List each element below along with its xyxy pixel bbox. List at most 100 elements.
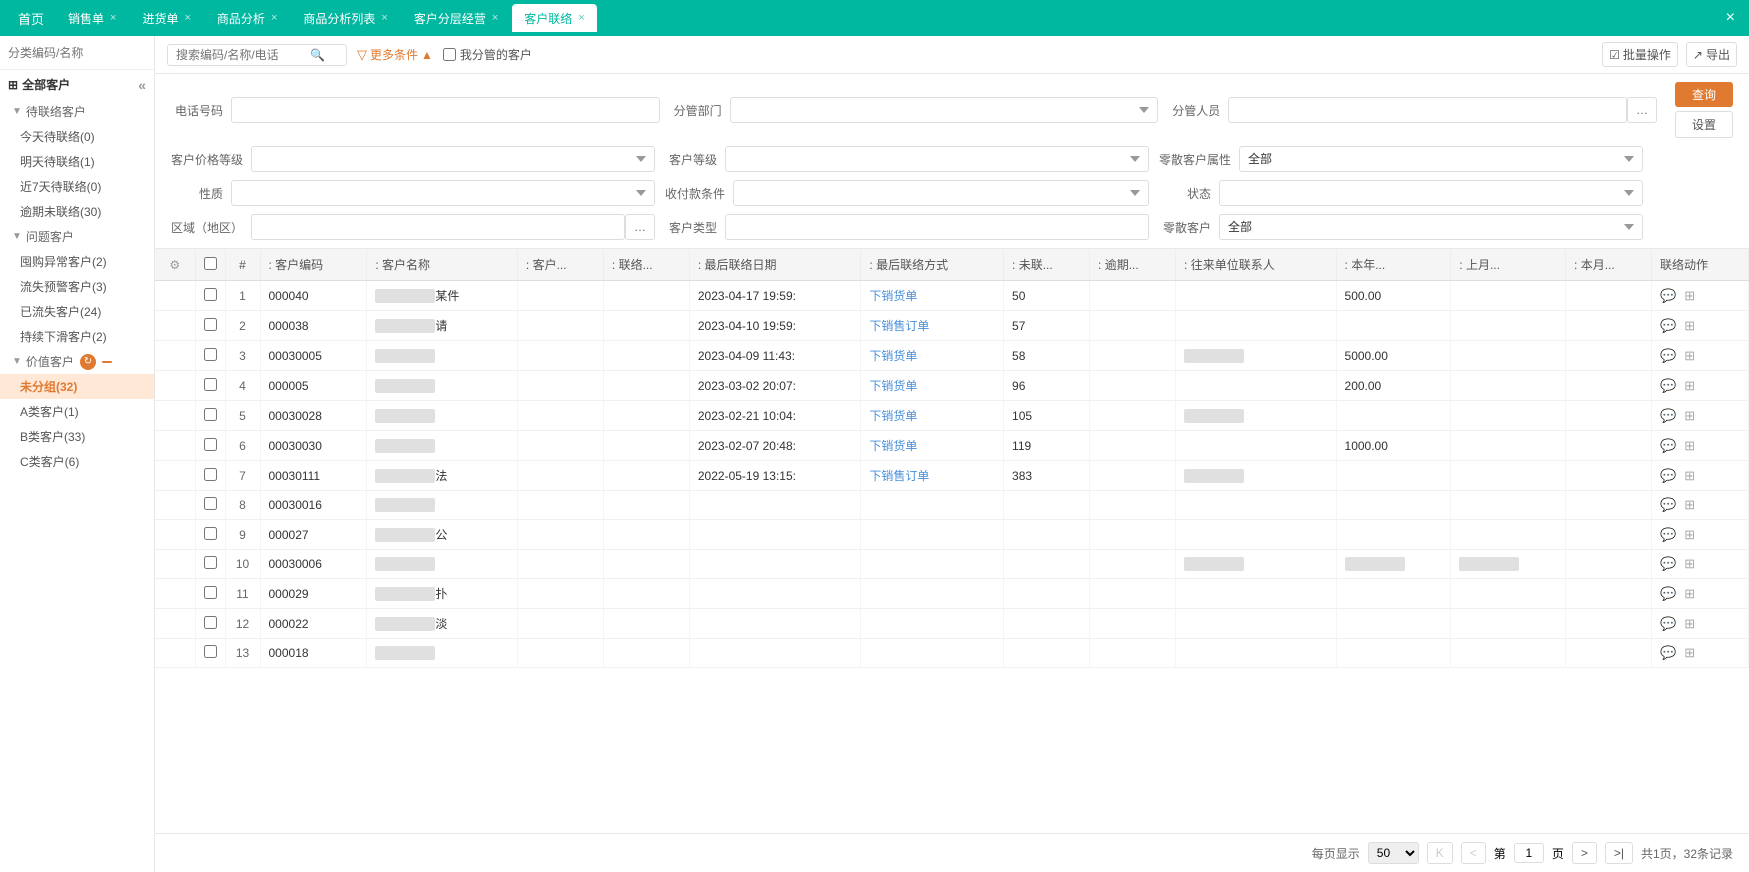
filter-retail-attr-select[interactable]: 全部 <box>1239 146 1643 172</box>
message-icon[interactable]: 💬 <box>1660 408 1676 424</box>
sidebar-group-problem[interactable]: ▼ 问题客户 <box>0 224 154 249</box>
grid-action-icon[interactable]: ⊞ <box>1684 616 1695 632</box>
message-icon[interactable]: 💬 <box>1660 468 1676 484</box>
grid-action-icon[interactable]: ⊞ <box>1684 497 1695 513</box>
last-method-link[interactable]: 下销货单 <box>869 379 917 393</box>
tab-analysis[interactable]: 商品分析 × <box>205 4 289 32</box>
gear-icon[interactable]: ⚙ <box>169 258 180 272</box>
home-tab[interactable]: 首页 <box>8 9 54 28</box>
filter-price-level-select[interactable] <box>251 146 655 172</box>
tab-analysis-list-close[interactable]: × <box>381 12 387 24</box>
message-icon[interactable]: 💬 <box>1660 288 1676 304</box>
filter-phone-input[interactable] <box>231 97 660 123</box>
row-checkbox[interactable] <box>204 586 217 599</box>
sidebar-item-abnormal[interactable]: 囤购异常客户(2) <box>0 249 154 274</box>
last-method-link[interactable]: 下销货单 <box>869 349 917 363</box>
filter-nature-select[interactable] <box>231 180 655 206</box>
row-checkbox[interactable] <box>204 527 217 540</box>
message-icon[interactable]: 💬 <box>1660 616 1676 632</box>
select-all-checkbox[interactable] <box>204 257 217 270</box>
search-input[interactable] <box>176 48 306 62</box>
page-size-select[interactable]: 50 100 200 <box>1368 842 1419 864</box>
sidebar-search-input[interactable] <box>8 46 155 60</box>
export-button[interactable]: ↗ 导出 <box>1686 42 1737 67</box>
page-number-input[interactable] <box>1514 843 1544 863</box>
filter-status-select[interactable] <box>1219 180 1643 206</box>
tab-analysis-close[interactable]: × <box>271 12 277 24</box>
tab-purchase[interactable]: 进货单 × <box>130 4 202 32</box>
sidebar-all-customers[interactable]: ⊞ 全部客户 « <box>0 70 154 99</box>
sidebar-item-today[interactable]: 今天待联络(0) <box>0 124 154 149</box>
row-checkbox[interactable] <box>204 468 217 481</box>
my-customers-checkbox[interactable] <box>443 48 456 61</box>
row-checkbox[interactable] <box>204 348 217 361</box>
filter-customer-level-select[interactable] <box>725 146 1149 172</box>
sidebar-group-pending[interactable]: ▼ 待联络客户 <box>0 99 154 124</box>
filter-customer-type-input[interactable] <box>725 214 1149 240</box>
sidebar-item-class-a[interactable]: A类客户(1) <box>0 399 154 424</box>
message-icon[interactable]: 💬 <box>1660 556 1676 572</box>
reset-button[interactable]: 设置 <box>1675 111 1733 138</box>
prev-page-button[interactable]: < <box>1461 842 1486 864</box>
row-checkbox[interactable] <box>204 497 217 510</box>
tab-customer-tier-close[interactable]: × <box>492 12 498 24</box>
row-checkbox[interactable] <box>204 556 217 569</box>
query-button[interactable]: 查询 <box>1675 82 1733 107</box>
tab-purchase-close[interactable]: × <box>184 12 190 24</box>
row-checkbox[interactable] <box>204 438 217 451</box>
message-icon[interactable]: 💬 <box>1660 645 1676 661</box>
grid-action-icon[interactable]: ⊞ <box>1684 556 1695 572</box>
message-icon[interactable]: 💬 <box>1660 527 1676 543</box>
tab-customer-tier[interactable]: 客户分层经营 × <box>402 4 510 32</box>
row-checkbox[interactable] <box>204 408 217 421</box>
sidebar-item-class-b[interactable]: B类客户(33) <box>0 424 154 449</box>
sidebar-item-overdue[interactable]: 逾期未联络(30) <box>0 199 154 224</box>
last-method-link[interactable]: 下销售订单 <box>869 319 929 333</box>
sidebar-group-value[interactable]: ▼ 价值客户 ↻ <box>0 349 154 374</box>
grid-action-icon[interactable]: ⊞ <box>1684 527 1695 543</box>
message-icon[interactable]: 💬 <box>1660 438 1676 454</box>
close-all-button[interactable]: × <box>1720 9 1741 27</box>
last-page-button[interactable]: >| <box>1605 842 1633 864</box>
sidebar-item-churned[interactable]: 已流失客户(24) <box>0 299 154 324</box>
next-page-button[interactable]: > <box>1572 842 1597 864</box>
message-icon[interactable]: 💬 <box>1660 378 1676 394</box>
message-icon[interactable]: 💬 <box>1660 348 1676 364</box>
sidebar-item-class-c[interactable]: C类客户(6) <box>0 449 154 474</box>
first-page-button[interactable]: K <box>1427 842 1453 864</box>
sidebar-item-churning[interactable]: 流失预警客户(3) <box>0 274 154 299</box>
filter-dept-select[interactable] <box>730 97 1159 123</box>
last-method-link[interactable]: 下销售订单 <box>869 469 929 483</box>
batch-op-button[interactable]: ☑ 批量操作 <box>1602 42 1678 67</box>
sidebar-item-ungroup[interactable]: 未分组(32) <box>0 374 154 399</box>
row-checkbox[interactable] <box>204 645 217 658</box>
filter-manager-input[interactable] <box>1228 97 1627 123</box>
message-icon[interactable]: 💬 <box>1660 318 1676 334</box>
tab-customer-contact[interactable]: 客户联络 × <box>512 4 596 32</box>
refresh-icon[interactable]: ↻ <box>80 354 96 370</box>
last-method-link[interactable]: 下销货单 <box>869 409 917 423</box>
collapse-icon[interactable]: « <box>138 77 146 93</box>
grid-action-icon[interactable]: ⊞ <box>1684 438 1695 454</box>
tab-analysis-list[interactable]: 商品分析列表 × <box>291 4 399 32</box>
message-icon[interactable]: 💬 <box>1660 497 1676 513</box>
grid-action-icon[interactable]: ⊞ <box>1684 645 1695 661</box>
sidebar-item-tomorrow[interactable]: 明天待联络(1) <box>0 149 154 174</box>
row-checkbox[interactable] <box>204 318 217 331</box>
last-method-link[interactable]: 下销货单 <box>869 439 917 453</box>
last-method-link[interactable]: 下销货单 <box>869 289 917 303</box>
filter-region-input[interactable] <box>251 214 625 240</box>
grid-action-icon[interactable]: ⊞ <box>1684 288 1695 304</box>
tab-customer-contact-close[interactable]: × <box>578 12 584 24</box>
row-checkbox[interactable] <box>204 378 217 391</box>
sidebar-item-week[interactable]: 近7天待联络(0) <box>0 174 154 199</box>
grid-action-icon[interactable]: ⊞ <box>1684 408 1695 424</box>
filter-region-more-btn[interactable]: … <box>625 214 655 240</box>
grid-action-icon[interactable]: ⊞ <box>1684 468 1695 484</box>
message-icon[interactable]: 💬 <box>1660 586 1676 602</box>
grid-action-icon[interactable]: ⊞ <box>1684 586 1695 602</box>
row-checkbox[interactable] <box>204 616 217 629</box>
grid-action-icon[interactable]: ⊞ <box>1684 348 1695 364</box>
grid-action-icon[interactable]: ⊞ <box>1684 318 1695 334</box>
more-conditions-btn[interactable]: ▽ 更多条件 ▲ <box>357 46 433 63</box>
